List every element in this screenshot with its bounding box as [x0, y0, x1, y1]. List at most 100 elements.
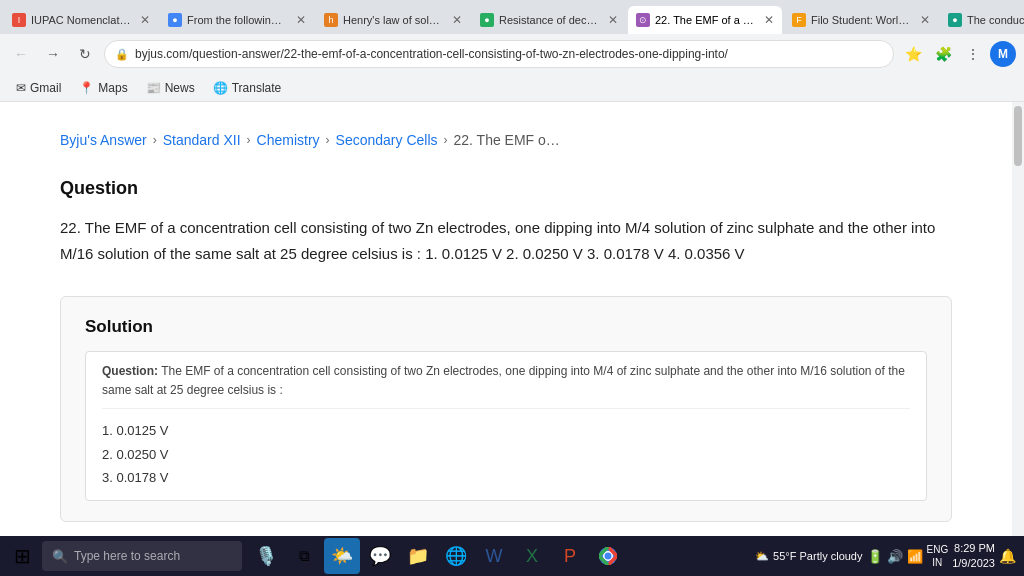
tab-resistance-favicon: ● [480, 13, 494, 27]
solution-option-2: 2. 0.0250 V [102, 443, 910, 466]
settings-button[interactable]: ⋮ [960, 41, 986, 67]
profile-button[interactable]: M [990, 41, 1016, 67]
tab-filo-favicon: F [792, 13, 806, 27]
tab-iupac-favicon: I [12, 13, 26, 27]
taskbar-cortana[interactable]: 🎙️ [248, 538, 284, 574]
scrollbar-thumb[interactable] [1014, 106, 1022, 166]
extensions2-button[interactable]: 🧩 [930, 41, 956, 67]
tab-following-label: From the following c… [187, 14, 287, 26]
bookmarks-bar: ✉ Gmail 📍 Maps 📰 News 🌐 Translate [0, 74, 1024, 102]
tab-filo-label: Filo Student: World's [811, 14, 911, 26]
tab-conductivity[interactable]: ● The conductivity of s… ✕ [940, 6, 1024, 34]
system-tray: 🔋 🔊 📶 [867, 549, 923, 564]
breadcrumb-standard[interactable]: Standard XII [163, 132, 241, 148]
windows-start-button[interactable]: ⊞ [4, 538, 40, 574]
tab-henry-favicon: h [324, 13, 338, 27]
breadcrumb-byjus[interactable]: Byju's Answer [60, 132, 147, 148]
breadcrumb-secondary-cells[interactable]: Secondary Cells [336, 132, 438, 148]
taskbar-search[interactable]: 🔍 [42, 541, 242, 571]
battery-icon: 🔋 [867, 549, 883, 564]
tab-henry-label: Henry's law of solubi… [343, 14, 443, 26]
taskbar-search-input[interactable] [74, 549, 232, 563]
tab-iupac[interactable]: I IUPAC Nomenclature ✕ [4, 6, 158, 34]
bm-news[interactable]: 📰 News [138, 79, 203, 97]
url-bar[interactable]: 🔒 byjus.com/question-answer/22-the-emf-o… [104, 40, 894, 68]
solution-inner-question: Question: The EMF of a concentration cel… [102, 362, 910, 409]
weather-icon: ⛅ [755, 550, 769, 563]
bm-gmail-label: Gmail [30, 81, 61, 95]
solution-option-3: 3. 0.0178 V [102, 466, 910, 489]
tab-conductivity-label: The conductivity of s… [967, 14, 1024, 26]
bm-news-icon: 📰 [146, 81, 161, 95]
page-content: Byju's Answer › Standard XII › Chemistry… [0, 102, 1024, 576]
svg-point-2 [605, 553, 612, 560]
tab-following-close[interactable]: ✕ [296, 13, 306, 27]
address-bar: ← → ↻ 🔒 byjus.com/question-answer/22-the… [0, 34, 1024, 74]
solution-option-1: 1. 0.0125 V [102, 419, 910, 442]
tab-resistance-close[interactable]: ✕ [608, 13, 618, 27]
taskbar-excel[interactable]: X [514, 538, 550, 574]
extensions-button[interactable]: ⭐ [900, 41, 926, 67]
tab-following-favicon: ● [168, 13, 182, 27]
bm-translate[interactable]: 🌐 Translate [205, 79, 290, 97]
tab-filo-close[interactable]: ✕ [920, 13, 930, 27]
taskbar-chat[interactable]: 💬 [362, 538, 398, 574]
lock-icon: 🔒 [115, 48, 129, 61]
taskbar-icon-group: 🎙️ ⧉ 🌤️ 💬 📁 🌐 W X P [248, 538, 626, 574]
tab-bar: I IUPAC Nomenclature ✕ ● From the follow… [0, 0, 1024, 34]
scrollbar[interactable] [1012, 102, 1024, 576]
taskbar: ⊞ 🔍 🎙️ ⧉ 🌤️ 💬 📁 🌐 W X P ⛅ 55°F Partly cl… [0, 536, 1024, 576]
solution-question-content: The EMF of a concentration cell consisti… [102, 364, 905, 397]
forward-button[interactable]: → [40, 41, 66, 67]
bm-maps[interactable]: 📍 Maps [71, 79, 135, 97]
address-bar-actions: ⭐ 🧩 ⋮ M [900, 41, 1016, 67]
solution-box: Solution Question: The EMF of a concentr… [60, 296, 952, 522]
clock-date: 1/9/2023 [952, 556, 995, 571]
language-badge[interactable]: ENGIN [927, 543, 949, 569]
question-bold-prefix: Question: [102, 364, 158, 378]
tab-following[interactable]: ● From the following c… ✕ [160, 6, 314, 34]
question-text: 22. The EMF of a concentration cell cons… [60, 215, 952, 266]
breadcrumb-sep-4: › [444, 133, 448, 147]
bm-translate-icon: 🌐 [213, 81, 228, 95]
bm-gmail[interactable]: ✉ Gmail [8, 79, 69, 97]
solution-options: 1. 0.0125 V2. 0.0250 V3. 0.0178 V [102, 419, 910, 489]
url-text: byjus.com/question-answer/22-the-emf-of-… [135, 47, 883, 61]
solution-inner: Question: The EMF of a concentration cel… [85, 351, 927, 501]
bm-news-label: News [165, 81, 195, 95]
tab-resistance[interactable]: ● Resistance of decimo… ✕ [472, 6, 626, 34]
bm-maps-label: Maps [98, 81, 127, 95]
notification-icon[interactable]: 🔔 [999, 548, 1016, 564]
breadcrumb-chemistry[interactable]: Chemistry [257, 132, 320, 148]
tab-emf[interactable]: ⊙ 22. The EMF of a con… ✕ [628, 6, 782, 34]
breadcrumb-current: 22. The EMF o… [454, 132, 560, 148]
bm-maps-icon: 📍 [79, 81, 94, 95]
back-button[interactable]: ← [8, 41, 34, 67]
tab-conductivity-favicon: ● [948, 13, 962, 27]
tab-henry-close[interactable]: ✕ [452, 13, 462, 27]
tab-emf-label: 22. The EMF of a con… [655, 14, 755, 26]
breadcrumb-sep-3: › [326, 133, 330, 147]
tab-henry[interactable]: h Henry's law of solubi… ✕ [316, 6, 470, 34]
breadcrumb: Byju's Answer › Standard XII › Chemistry… [60, 102, 952, 168]
tab-emf-close[interactable]: ✕ [764, 13, 774, 27]
weather-widget[interactable]: ⛅ 55°F Partly cloudy [755, 550, 862, 563]
volume-icon: 🔊 [887, 549, 903, 564]
tab-iupac-close[interactable]: ✕ [140, 13, 150, 27]
taskbar-edge[interactable]: 🌐 [438, 538, 474, 574]
taskbar-chrome[interactable] [590, 538, 626, 574]
taskbar-task-view[interactable]: ⧉ [286, 538, 322, 574]
tab-filo[interactable]: F Filo Student: World's ✕ [784, 6, 938, 34]
taskbar-powerpoint[interactable]: P [552, 538, 588, 574]
system-clock[interactable]: 8:29 PM 1/9/2023 [952, 541, 995, 572]
taskbar-word[interactable]: W [476, 538, 512, 574]
reload-button[interactable]: ↻ [72, 41, 98, 67]
tab-resistance-label: Resistance of decimo… [499, 14, 599, 26]
bm-translate-label: Translate [232, 81, 282, 95]
taskbar-right: ⛅ 55°F Partly cloudy 🔋 🔊 📶 ENGIN 8:29 PM… [755, 541, 1020, 572]
taskbar-widgets[interactable]: 🌤️ [324, 538, 360, 574]
bm-gmail-icon: ✉ [16, 81, 26, 95]
browser-chrome: I IUPAC Nomenclature ✕ ● From the follow… [0, 0, 1024, 102]
taskbar-explorer[interactable]: 📁 [400, 538, 436, 574]
tab-emf-favicon: ⊙ [636, 13, 650, 27]
